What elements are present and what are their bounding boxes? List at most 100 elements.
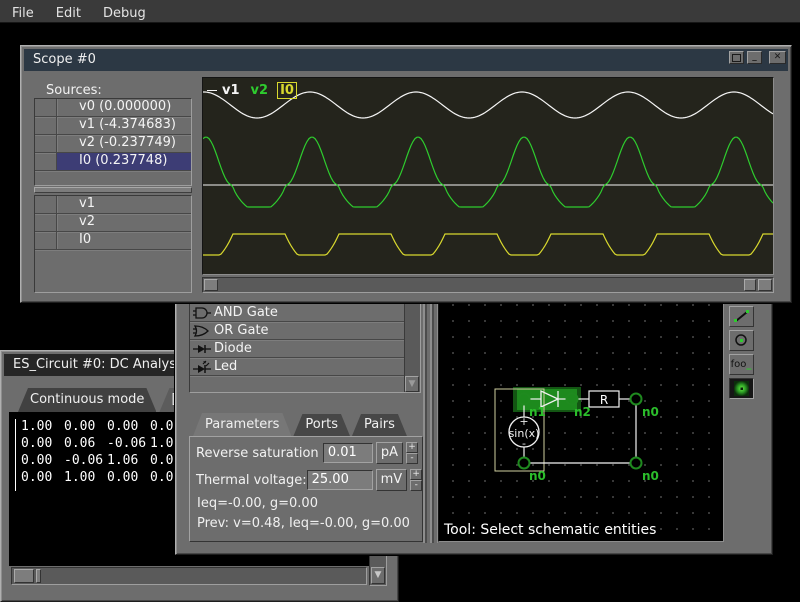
es-horizontal-scrollbar[interactable] bbox=[11, 567, 367, 585]
maximize-icon bbox=[732, 54, 741, 62]
ieq-info-line: Ieq=-0.00, g=0.00 bbox=[197, 496, 422, 511]
es-hscroll-grip[interactable] bbox=[36, 569, 41, 583]
menu-debug[interactable]: Debug bbox=[93, 4, 156, 23]
legend-v2[interactable]: v2 bbox=[249, 83, 271, 98]
list-item[interactable]: v0 (0.000000) bbox=[35, 99, 191, 117]
matrix-cell: 0.00 bbox=[107, 469, 150, 486]
matrix-row: 0.001.000.000.00 bbox=[21, 469, 193, 486]
legend-v1[interactable]: v1 bbox=[220, 83, 242, 98]
menu-items: FileEditDebug bbox=[0, 2, 156, 21]
diode-highlight-inner bbox=[517, 389, 577, 410]
label-tool-button[interactable]: foo_ bbox=[729, 354, 754, 375]
scope-display[interactable]: v1 v2 I0 bbox=[202, 77, 774, 275]
scroll-down-arrow-icon[interactable]: ▼ bbox=[405, 376, 419, 392]
tab-parameters[interactable]: Parameters bbox=[193, 413, 291, 436]
wire-tool-icon bbox=[731, 308, 752, 325]
list-item-label: v2 bbox=[57, 214, 191, 231]
scope-hscroll-grip[interactable] bbox=[744, 279, 756, 291]
scope-horizontal-scrollbar[interactable] bbox=[202, 277, 774, 293]
component-item-label: Diode bbox=[214, 341, 252, 356]
panel-splitter[interactable] bbox=[423, 303, 438, 543]
reverse-saturation-input[interactable]: 0.01 bbox=[323, 443, 373, 463]
list-item[interactable]: v1 bbox=[35, 196, 191, 214]
matrix-values: 1.000.000.000.000.000.06-0.061.000.00-0.… bbox=[21, 418, 193, 486]
list-item-label: v0 (0.000000) bbox=[57, 99, 191, 116]
list-item-gutter bbox=[35, 153, 57, 170]
component-item-diode[interactable]: Diode bbox=[190, 340, 405, 358]
tool-status-text: Tool: Select schematic entities bbox=[444, 522, 656, 538]
component-item-led[interactable]: Led bbox=[190, 358, 405, 376]
label-tool-icon: foo_ bbox=[731, 360, 752, 370]
reverse-saturation-row: Reverse saturation 0.01 pA + - bbox=[196, 442, 418, 464]
thermal-voltage-input[interactable]: 25.00 bbox=[307, 470, 373, 490]
resistor-symbol[interactable]: R bbox=[589, 391, 619, 407]
list-item[interactable]: I0 (0.237748) bbox=[35, 153, 191, 171]
list-item-label: I0 bbox=[57, 232, 191, 249]
scope-hscroll-thumb[interactable] bbox=[204, 279, 218, 291]
minimize-button[interactable]: _ bbox=[747, 51, 762, 64]
scope-window-title: Scope #0 bbox=[33, 52, 96, 67]
spinner-up-button[interactable]: + bbox=[410, 469, 422, 480]
tab-continuous-mode[interactable]: Continuous mode bbox=[18, 388, 156, 412]
node-labels: n1n2n0n0n0 bbox=[529, 405, 659, 483]
node-label: n0 bbox=[529, 469, 546, 483]
matrix-row: 1.000.000.000.00 bbox=[21, 418, 193, 435]
component-item-label: AND Gate bbox=[214, 305, 278, 320]
list-item-gutter bbox=[35, 214, 57, 231]
matrix-row: 0.000.06-0.061.00 bbox=[21, 435, 193, 452]
minimize-icon: _ bbox=[752, 52, 757, 62]
list-item[interactable]: I0 bbox=[35, 232, 191, 250]
thermal-voltage-label: Thermal voltage: bbox=[196, 473, 307, 488]
scroll-down-arrow-icon[interactable]: ▼ bbox=[371, 567, 385, 584]
component-scrollbar[interactable]: ▼ bbox=[404, 304, 420, 392]
schematic-drawing: R + sin(x) - n1n2n0n0n0 bbox=[439, 304, 723, 541]
component-item-label: Led bbox=[214, 359, 237, 374]
matrix-cell: 0.00 bbox=[21, 452, 64, 469]
trace-v2 bbox=[203, 137, 773, 207]
parameters-content: Reverse saturation 0.01 pA + - Thermal v… bbox=[189, 436, 423, 542]
component-item-and-gate[interactable]: AND Gate bbox=[190, 304, 405, 322]
component-item-or-gate[interactable]: OR Gate bbox=[190, 322, 405, 340]
thermal-voltage-unit-button[interactable]: mV bbox=[376, 469, 408, 491]
scope-hscroll-grip2[interactable] bbox=[758, 279, 772, 291]
matrix-cell: 1.06 bbox=[107, 452, 150, 469]
parameters-tab-bar: ParametersPortsPairs bbox=[193, 413, 407, 436]
menu-file[interactable]: File bbox=[2, 4, 44, 23]
matrix-bracket bbox=[15, 419, 16, 491]
sources-label: Sources: bbox=[46, 83, 102, 98]
spinner-up-button[interactable]: + bbox=[406, 442, 418, 453]
close-icon: ✕ bbox=[774, 52, 782, 62]
spinner-down-button[interactable]: - bbox=[406, 453, 418, 464]
spinner-down-button[interactable]: - bbox=[410, 480, 422, 491]
scope-window-titlebar[interactable]: Scope #0 bbox=[24, 49, 788, 71]
menu-edit[interactable]: Edit bbox=[46, 4, 91, 23]
sources-splitter[interactable] bbox=[34, 187, 192, 193]
close-button[interactable]: ✕ bbox=[769, 51, 786, 64]
tab-pairs[interactable]: Pairs bbox=[352, 414, 407, 436]
prev-info-line: Prev: v=0.48, Ieq=-0.00, g=0.00 bbox=[197, 516, 422, 531]
node-tool-button[interactable] bbox=[729, 330, 754, 351]
legend-i0[interactable]: I0 bbox=[277, 82, 297, 99]
node-label: n0 bbox=[642, 469, 659, 483]
list-item-gutter bbox=[35, 196, 57, 213]
list-item[interactable]: v2 bbox=[35, 214, 191, 232]
matrix-cell: 0.00 bbox=[107, 418, 150, 435]
wire-tool-button[interactable] bbox=[729, 306, 754, 327]
component-rows: AND Gate OR GateDiode Led bbox=[190, 304, 405, 376]
schematic-toolbar: foo_ bbox=[724, 303, 758, 542]
thermal-voltage-row: Thermal voltage: 25.00 mV + - bbox=[196, 469, 418, 491]
es-hscroll-thumb[interactable] bbox=[14, 569, 34, 583]
voltage-source-symbol[interactable]: + sin(x) - bbox=[509, 415, 540, 450]
maximize-button[interactable] bbox=[729, 51, 744, 64]
schematic-canvas[interactable]: R + sin(x) - n1n2n0n0n0 Tool: Select sch… bbox=[438, 303, 724, 542]
or-gate-icon bbox=[190, 324, 214, 338]
thermal-voltage-spinner: + - bbox=[410, 469, 422, 491]
matrix-cell: 0.06 bbox=[64, 435, 107, 452]
reverse-saturation-unit-button[interactable]: pA bbox=[376, 442, 403, 464]
diode-icon bbox=[190, 342, 214, 356]
component-tool-button[interactable] bbox=[729, 378, 754, 399]
list-item-label: I0 (0.237748) bbox=[57, 153, 191, 170]
list-item[interactable]: v2 (-0.237749) bbox=[35, 135, 191, 153]
tab-ports[interactable]: Ports bbox=[293, 414, 350, 436]
list-item[interactable]: v1 (-4.374683) bbox=[35, 117, 191, 135]
